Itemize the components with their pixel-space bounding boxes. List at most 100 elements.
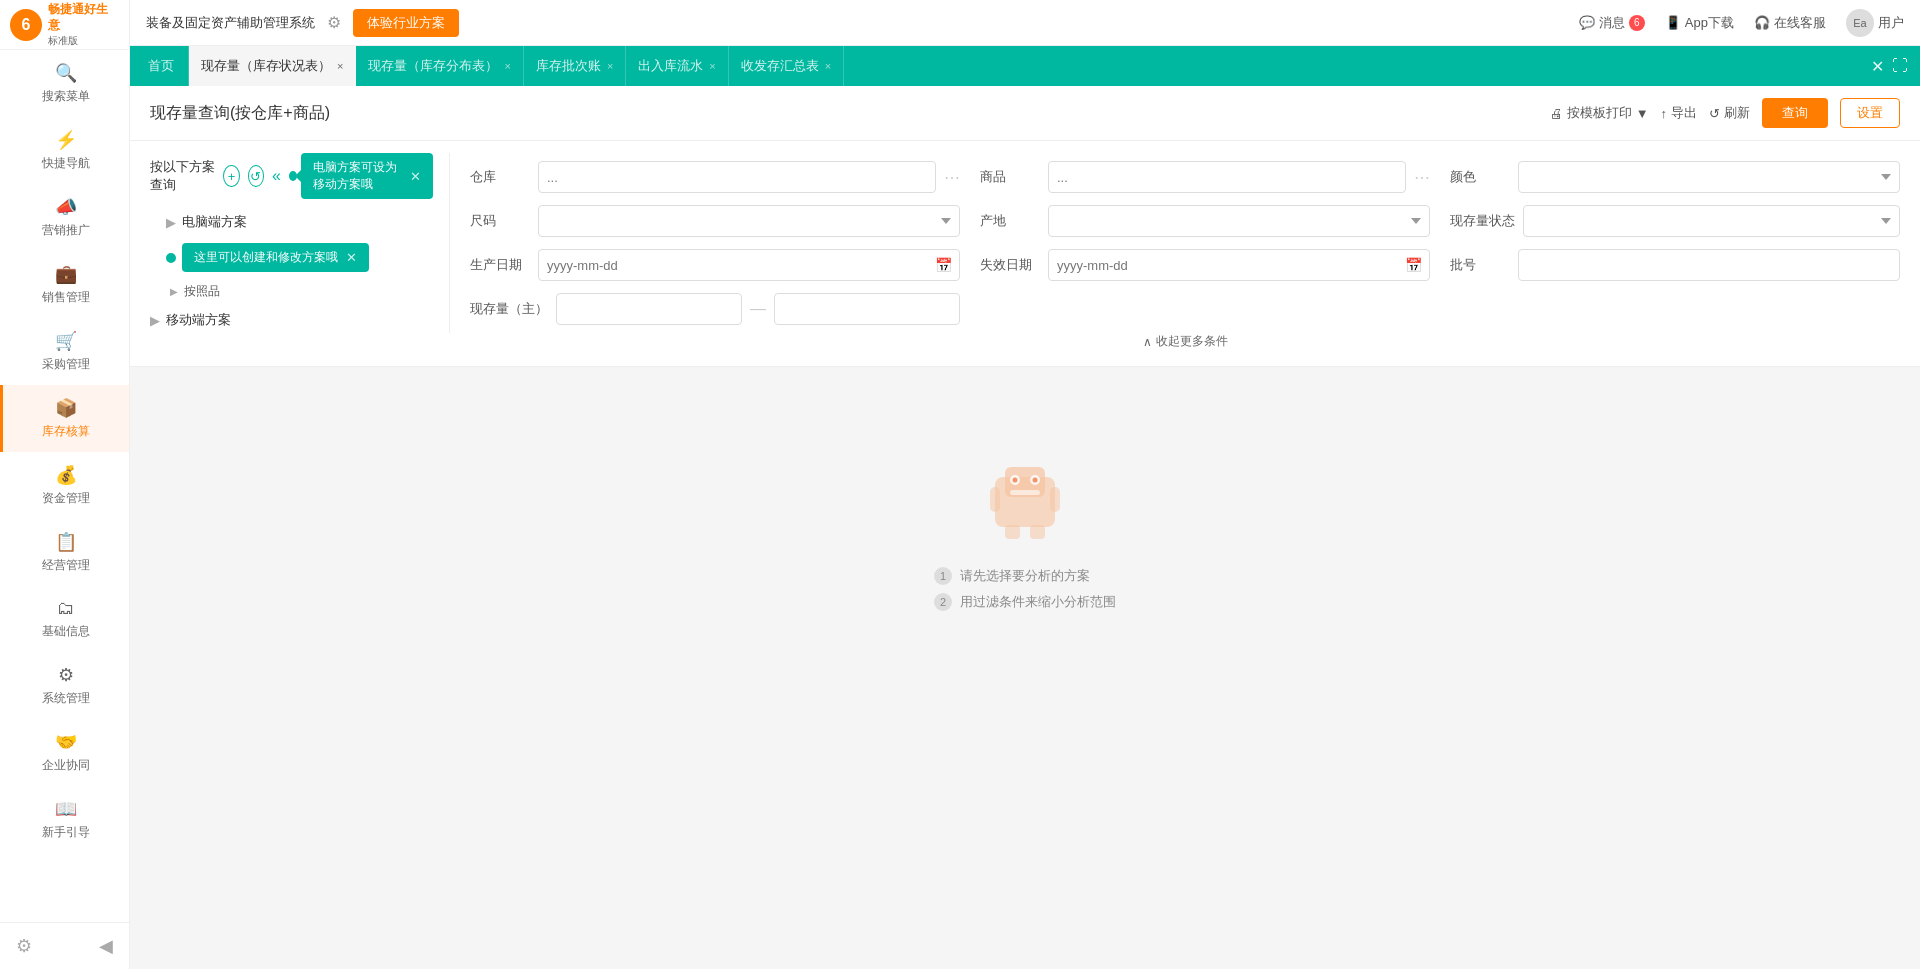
query-button[interactable]: 查询 bbox=[1762, 98, 1828, 128]
tab-close-receive-dispatch[interactable]: × bbox=[825, 60, 831, 72]
collapse-up-icon: ∧ bbox=[1143, 335, 1152, 349]
plan-node-mobile[interactable]: ▶ 移动端方案 bbox=[150, 307, 433, 333]
color-select[interactable] bbox=[1518, 161, 1900, 193]
tab-fullscreen-btn[interactable]: ⛶ bbox=[1892, 57, 1908, 75]
tab-stock-dist[interactable]: 现存量（库存分布表）× bbox=[356, 46, 523, 86]
refresh-icon: ↺ bbox=[1709, 106, 1720, 121]
tab-receive-dispatch[interactable]: 收发存汇总表× bbox=[729, 46, 844, 86]
operations-icon: 📋 bbox=[55, 531, 77, 553]
tab-close-all-btn[interactable]: ✕ bbox=[1871, 57, 1884, 76]
sidebar-item-label-base: 基础信息 bbox=[42, 623, 90, 640]
purchase-icon: 🛒 bbox=[55, 330, 77, 352]
sidebar-item-search[interactable]: 🔍搜索菜单 bbox=[0, 50, 129, 117]
step-2-num: 2 bbox=[934, 593, 952, 611]
svg-rect-9 bbox=[1005, 525, 1020, 539]
expiry-date-calendar-icon[interactable]: 📅 bbox=[1405, 257, 1422, 273]
plan-node-pc[interactable]: ▶ 电脑端方案 bbox=[166, 209, 433, 235]
expiry-date-input[interactable] bbox=[1048, 249, 1430, 281]
top-header: 装备及固定资产辅助管理系统 ⚙ 体验行业方案 💬 消息 6 📱 App下载 🎧 … bbox=[130, 0, 1920, 46]
refresh-plan-btn[interactable]: ↺ bbox=[248, 165, 264, 187]
sidebar-item-system[interactable]: ⚙系统管理 bbox=[0, 652, 129, 719]
warehouse-input[interactable] bbox=[538, 161, 936, 193]
tooltip-edit-wrap: 这里可以创建和修改方案哦 ✕ bbox=[166, 243, 433, 272]
warehouse-more-icon[interactable]: ⋯ bbox=[944, 168, 960, 187]
filter-row-warehouse: 仓库 ⋯ bbox=[470, 161, 960, 193]
batch-input[interactable] bbox=[1518, 249, 1900, 281]
sales-icon: 💼 bbox=[55, 263, 77, 285]
color-label: 颜色 bbox=[1450, 168, 1510, 186]
trial-button[interactable]: 体验行业方案 bbox=[353, 9, 459, 37]
sidebar-item-label-purchase: 采购管理 bbox=[42, 356, 90, 373]
main-area: 装备及固定资产辅助管理系统 ⚙ 体验行业方案 💬 消息 6 📱 App下载 🎧 … bbox=[130, 0, 1920, 969]
prod-date-calendar-icon[interactable]: 📅 bbox=[935, 257, 952, 273]
sidebar-item-label-enterprise: 企业协同 bbox=[42, 757, 90, 774]
stock-main-to[interactable] bbox=[774, 293, 960, 325]
origin-select[interactable] bbox=[1048, 205, 1430, 237]
plan-tree: ▶ 电脑端方案 bbox=[150, 209, 433, 235]
tab-label-home: 首页 bbox=[148, 57, 174, 75]
filter-row-expiry-date: 失效日期 📅 bbox=[980, 249, 1430, 281]
print-template-btn[interactable]: 🖨 按模板打印 ▼ bbox=[1550, 104, 1649, 122]
tab-stock-status[interactable]: 现存量（库存状况表）× bbox=[189, 46, 356, 86]
sidebar-item-marketing[interactable]: 📣 营销推广 bbox=[0, 184, 129, 251]
sidebar-item-label-marketing: 营销推广 bbox=[42, 222, 90, 239]
back-btn[interactable]: « bbox=[272, 167, 281, 185]
empty-illustration bbox=[975, 447, 1075, 547]
prod-date-wrap: 📅 bbox=[538, 249, 960, 281]
sidebar-item-guide[interactable]: 📖新手引导 bbox=[0, 786, 129, 853]
sidebar-item-finance[interactable]: 💰资金管理 bbox=[0, 452, 129, 519]
search-icon: 🔍 bbox=[55, 62, 77, 84]
app-download-btn[interactable]: 📱 App下载 bbox=[1665, 14, 1734, 32]
sidebar-item-purchase[interactable]: 🛒 采购管理 bbox=[0, 318, 129, 385]
tooltip-close-btn[interactable]: ✕ bbox=[410, 169, 421, 184]
prod-date-input[interactable] bbox=[538, 249, 960, 281]
tooltip-edit-close-btn[interactable]: ✕ bbox=[346, 250, 357, 265]
svg-point-4 bbox=[1013, 478, 1018, 483]
plan-node-triangle: ▶ bbox=[166, 215, 176, 230]
stock-status-select[interactable] bbox=[1523, 205, 1900, 237]
plan-child-item-1[interactable]: ▶ 按照品 bbox=[170, 280, 433, 303]
system-settings-icon[interactable]: ⚙ bbox=[327, 13, 341, 32]
tab-home[interactable]: 首页 bbox=[134, 46, 189, 86]
user-profile-btn[interactable]: Ea 用户 bbox=[1846, 9, 1904, 37]
page-content: 现存量查询(按仓库+商品) 🖨 按模板打印 ▼ ↑ 导出 ↺ 刷新 查询 设置 bbox=[130, 86, 1920, 969]
tab-close-in-out[interactable]: × bbox=[709, 60, 715, 72]
sidebar-item-operations[interactable]: 📋 经营管理 bbox=[0, 519, 129, 586]
message-btn[interactable]: 💬 消息 6 bbox=[1579, 14, 1645, 32]
sidebar-item-label-system: 系统管理 bbox=[42, 690, 90, 707]
plan-node-mobile-triangle: ▶ bbox=[150, 313, 160, 328]
step-1-num: 1 bbox=[934, 567, 952, 585]
tab-close-stock-batch[interactable]: × bbox=[607, 60, 613, 72]
export-btn[interactable]: ↑ 导出 bbox=[1661, 104, 1698, 122]
settings-gear-icon[interactable]: ⚙ bbox=[16, 935, 32, 957]
stock-main-from[interactable] bbox=[556, 293, 742, 325]
page-title: 现存量查询(按仓库+商品) bbox=[150, 103, 330, 124]
sidebar-item-base[interactable]: 🗂基础信息 bbox=[0, 586, 129, 652]
tab-in-out[interactable]: 出入库流水× bbox=[626, 46, 728, 86]
tab-close-stock-status[interactable]: × bbox=[337, 60, 343, 72]
product-more-icon[interactable]: ⋯ bbox=[1414, 168, 1430, 187]
collapse-more-btn[interactable]: ∧ 收起更多条件 bbox=[470, 325, 1900, 354]
sidebar-item-stock[interactable]: 📦库存核算 bbox=[0, 385, 129, 452]
online-service-btn[interactable]: 🎧 在线客服 bbox=[1754, 14, 1826, 32]
settings-button[interactable]: 设置 bbox=[1840, 98, 1900, 128]
sidebar-item-quick-nav[interactable]: ⚡快捷导航 bbox=[0, 117, 129, 184]
sidebar-item-label-operations: 经营管理 bbox=[42, 557, 90, 574]
sidebar-item-sales[interactable]: 💼销售管理 bbox=[0, 251, 129, 318]
size-select[interactable] bbox=[538, 205, 960, 237]
filter-row-size: 尺码 bbox=[470, 205, 960, 237]
filter-row-batch: 批号 bbox=[1450, 249, 1900, 281]
expiry-date-label: 失效日期 bbox=[980, 256, 1040, 274]
add-plan-btn[interactable]: + bbox=[223, 165, 239, 187]
filter-left-panel: 按以下方案查询 + ↺ « 电脑方案可设为移动方案哦 ✕ bbox=[150, 153, 450, 333]
sidebar-item-enterprise[interactable]: 🤝企业协同 bbox=[0, 719, 129, 786]
header-right: 💬 消息 6 📱 App下载 🎧 在线客服 Ea 用户 bbox=[1579, 9, 1904, 37]
marketing-icon: 📣 bbox=[55, 196, 77, 218]
tab-stock-batch[interactable]: 库存批次账× bbox=[524, 46, 626, 86]
sidebar-collapse-icon[interactable]: ◀ bbox=[99, 935, 113, 957]
product-input[interactable] bbox=[1048, 161, 1406, 193]
tab-actions: ✕ ⛶ bbox=[1863, 57, 1916, 76]
sidebar-bottom: ⚙ ◀ bbox=[0, 922, 129, 969]
refresh-btn[interactable]: ↺ 刷新 bbox=[1709, 104, 1750, 122]
tab-close-stock-dist[interactable]: × bbox=[504, 60, 510, 72]
